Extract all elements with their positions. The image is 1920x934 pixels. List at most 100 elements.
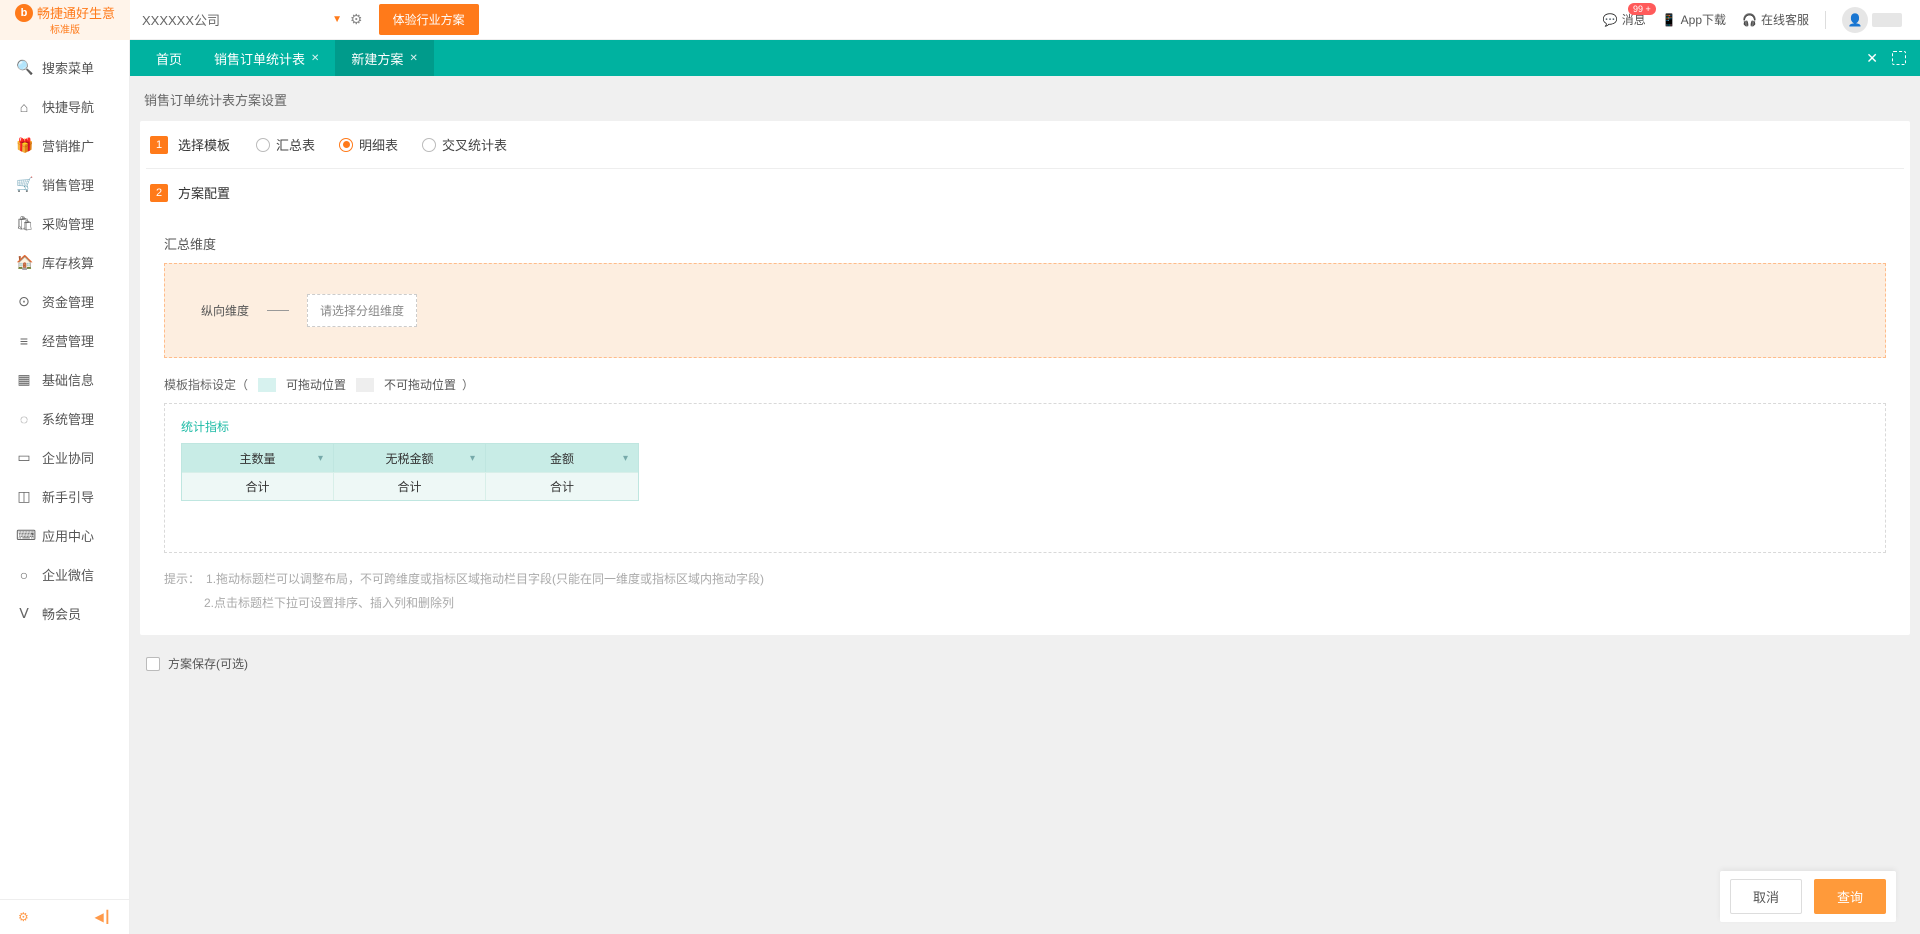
tab-sales-order-stats[interactable]: 销售订单统计表✕	[198, 40, 335, 76]
tabs-close-all-icon[interactable]: ✕	[1866, 50, 1878, 67]
metric-header-notax[interactable]: 无税金额▾	[334, 444, 486, 472]
company-selector[interactable]: XXXXXX公司 ▼	[142, 10, 342, 29]
sidebar-item-marketing[interactable]: 🎁营销推广	[0, 126, 129, 165]
legend-fixed-label: 不可拖动位置	[384, 376, 456, 393]
tab-new-plan[interactable]: 新建方案✕	[335, 40, 433, 76]
save-option-row[interactable]: 方案保存(可选)	[140, 645, 1910, 682]
app-download-label: App下载	[1681, 11, 1726, 28]
dimension-title: 汇总维度	[164, 234, 1886, 253]
chevron-down-icon: ▼	[332, 14, 342, 25]
dash-icon	[267, 310, 289, 311]
tabs: 首页 销售订单统计表✕ 新建方案✕ ✕	[130, 40, 1920, 76]
sidebar-item-label: 采购管理	[42, 214, 94, 233]
radio-label: 交叉统计表	[442, 135, 507, 154]
warehouse-icon: 🏠	[16, 254, 32, 271]
online-service-label: 在线客服	[1761, 11, 1809, 28]
radio-cross[interactable]: 交叉统计表	[422, 135, 507, 154]
save-checkbox[interactable]	[146, 657, 160, 671]
radio-detail[interactable]: 明细表	[339, 135, 398, 154]
radio-label: 汇总表	[276, 135, 315, 154]
radio-icon	[339, 138, 353, 152]
sidebar-footer: ⚙ ◀┃	[0, 899, 129, 934]
sidebar-item-label: 快捷导航	[42, 97, 94, 116]
online-service-link[interactable]: 🎧 在线客服	[1742, 11, 1809, 28]
sidebar-item-business[interactable]: ≡经营管理	[0, 321, 129, 360]
user-menu[interactable]: 👤	[1842, 7, 1902, 33]
cancel-button[interactable]: 取消	[1730, 879, 1802, 914]
tips-line2: 2.点击标题栏下拉可设置排序、插入列和删除列	[204, 591, 1886, 615]
sidebar-settings-icon[interactable]: ⚙	[18, 910, 29, 924]
legend-movable-label: 可拖动位置	[286, 376, 346, 393]
step2-number: 2	[150, 184, 168, 202]
cart-icon: 🛒	[16, 176, 32, 193]
avatar-icon: 👤	[1842, 7, 1868, 33]
phone-icon: 📱	[1662, 13, 1677, 27]
vertical-dim-label: 纵向维度	[201, 302, 249, 319]
sidebar-item-newbie[interactable]: ◫新手引导	[0, 477, 129, 516]
step1-label: 选择模板	[178, 135, 230, 154]
sidebar-item-system[interactable]: ◌系统管理	[0, 399, 129, 438]
sidebar-item-label: 基础信息	[42, 370, 94, 389]
metrics-total-row: 合计 合计 合计	[182, 472, 638, 500]
metric-header-amount[interactable]: 金额▾	[486, 444, 638, 472]
topbar: b 畅捷通好生意 标准版 XXXXXX公司 ▼ ⚙ 体验行业方案 💬 消息 99…	[0, 0, 1920, 40]
sidebar-item-search[interactable]: 🔍搜索菜单	[0, 48, 129, 87]
home-icon: ⌂	[16, 99, 32, 115]
app-download-link[interactable]: 📱 App下载	[1662, 11, 1726, 28]
radio-summary[interactable]: 汇总表	[256, 135, 315, 154]
sidebar-collapse-icon[interactable]: ◀┃	[95, 910, 111, 924]
step1-row: 1 选择模板 汇总表 明细表 交叉统计表	[146, 121, 1904, 169]
content: 首页 销售订单统计表✕ 新建方案✕ ✕ 销售订单统计表方案设置 1 选择模板	[130, 40, 1920, 934]
guide-icon: ◫	[16, 488, 32, 505]
company-name: XXXXXX公司	[142, 10, 220, 29]
headset-icon: 🎧	[1742, 13, 1757, 27]
sidebar-item-label: 企业微信	[42, 565, 94, 584]
vip-icon: Ⅴ	[16, 605, 32, 622]
close-icon[interactable]: ✕	[409, 53, 417, 64]
sidebar-item-collab[interactable]: ▭企业协同	[0, 438, 129, 477]
sidebar-item-wecom[interactable]: ○企业微信	[0, 555, 129, 594]
metrics-title: 统计指标	[181, 418, 1869, 435]
metric-header-label: 无税金额	[385, 450, 433, 467]
tab-label: 首页	[156, 49, 182, 68]
metric-total-cell: 合计	[334, 472, 486, 500]
tab-home[interactable]: 首页	[140, 40, 198, 76]
close-icon[interactable]: ✕	[311, 53, 319, 64]
metrics-table: 主数量▾ 无税金额▾ 金额▾ 合计 合计 合计	[181, 443, 639, 501]
sidebar-item-appcenter[interactable]: ⌨应用中心	[0, 516, 129, 555]
sidebar-item-purchase[interactable]: 🛍采购管理	[0, 204, 129, 243]
search-icon: 🔍	[16, 59, 32, 76]
dimension-select[interactable]: 请选择分组维度	[307, 294, 417, 327]
message-icon: 💬	[1603, 13, 1618, 27]
sidebar-item-member[interactable]: Ⅴ畅会员	[0, 594, 129, 633]
sidebar-item-finance[interactable]: ⊙资金管理	[0, 282, 129, 321]
sidebar-item-inventory[interactable]: 🏠库存核算	[0, 243, 129, 282]
metric-total-cell: 合计	[182, 472, 334, 500]
sidebar-item-sales[interactable]: 🛒销售管理	[0, 165, 129, 204]
apps-icon: ⌨	[16, 527, 32, 544]
messages-link[interactable]: 💬 消息 99 +	[1603, 11, 1646, 28]
metrics-box: 统计指标 主数量▾ 无税金额▾ 金额▾ 合计 合计	[164, 403, 1886, 553]
sidebar: 🔍搜索菜单 ⌂ 快捷导航 🎁营销推广 🛒销售管理 🛍采购管理 🏠库存核算 ⊙资金管…	[0, 40, 130, 934]
sidebar-item-basedata[interactable]: ▦基础信息	[0, 360, 129, 399]
legend-suffix: ）	[462, 376, 474, 393]
dimension-box: 纵向维度 请选择分组维度	[164, 263, 1886, 358]
experience-plan-button[interactable]: 体验行业方案	[379, 4, 479, 35]
fullscreen-icon[interactable]	[1892, 51, 1906, 65]
list-icon: ≡	[16, 333, 32, 349]
radio-label: 明细表	[359, 135, 398, 154]
window-icon: ▭	[16, 449, 32, 466]
metric-header-qty[interactable]: 主数量▾	[182, 444, 334, 472]
step2-row: 2 方案配置	[146, 169, 1904, 216]
step1-number: 1	[150, 136, 168, 154]
divider	[1825, 11, 1826, 29]
sidebar-item-quicknav[interactable]: ⌂ 快捷导航	[0, 87, 129, 126]
fixed-swatch-icon	[356, 378, 374, 392]
logo-subtext: 标准版	[50, 21, 80, 36]
settings-icon[interactable]: ⚙	[350, 11, 363, 28]
circle-icon: ◌	[16, 411, 32, 427]
logo[interactable]: b 畅捷通好生意 标准版	[0, 0, 130, 40]
radio-icon	[256, 138, 270, 152]
query-button[interactable]: 查询	[1814, 879, 1886, 914]
page-body: 销售订单统计表方案设置 1 选择模板 汇总表 明细表 交叉统计表	[130, 76, 1920, 934]
